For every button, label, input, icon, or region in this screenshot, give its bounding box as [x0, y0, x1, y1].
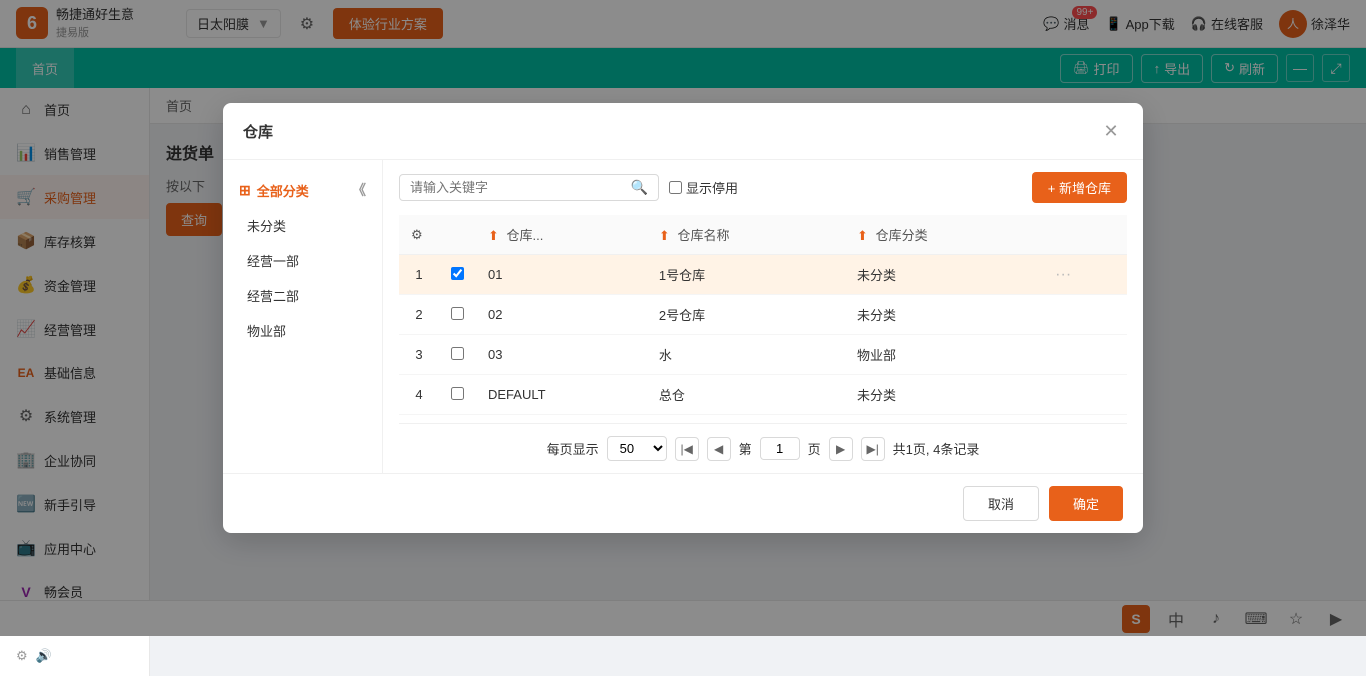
table-row[interactable]: 3 03 水 物业部: [399, 335, 1127, 375]
cat-item-operation1[interactable]: 经营一部: [223, 243, 382, 278]
row-name: 水: [647, 335, 845, 375]
modal-overlay: 仓库 ✕ ⊞ 全部分类 《 未分类 经营一部 经营二部 物业部: [0, 0, 1366, 636]
th-code[interactable]: ⬆ 仓库...: [476, 215, 647, 255]
settings-icon-bottom[interactable]: ⚙: [16, 648, 28, 664]
modal-main: 🔍 显示停用 + 新增仓库 ⚙: [383, 160, 1143, 473]
modal-header: 仓库 ✕: [223, 103, 1143, 160]
th-actions: [1043, 215, 1127, 255]
row-code: 01: [476, 255, 647, 295]
show-disabled-checkbox-label[interactable]: 显示停用: [669, 178, 738, 197]
search-input[interactable]: [410, 180, 631, 195]
per-page-label: 每页显示: [547, 439, 599, 458]
first-page-button[interactable]: |◀: [675, 437, 699, 461]
th-category[interactable]: ⬆ 仓库分类: [845, 215, 1043, 255]
th-gear[interactable]: ⚙: [399, 215, 439, 255]
sort-icon-code: ⬆: [488, 228, 499, 243]
table-container: ⚙ ⬆ 仓库... ⬆ 仓库名称: [399, 215, 1127, 415]
total-info: 共1页, 4条记录: [893, 439, 980, 458]
last-page-button[interactable]: ▶|: [861, 437, 885, 461]
row-checkbox-cell[interactable]: [439, 295, 476, 335]
row-actions: [1043, 375, 1127, 415]
page-label-post: 页: [808, 439, 821, 458]
row-category: 未分类: [845, 295, 1043, 335]
modal-footer: 取消 确定: [223, 473, 1143, 533]
cancel-button[interactable]: 取消: [963, 486, 1039, 521]
row-checkbox-cell[interactable]: [439, 255, 476, 295]
search-icon: 🔍: [631, 179, 648, 196]
table-row[interactable]: 2 02 2号仓库 未分类: [399, 295, 1127, 335]
page-label-pre: 第: [739, 439, 752, 458]
row-name: 总仓: [647, 375, 845, 415]
row-checkbox-cell[interactable]: [439, 375, 476, 415]
table-row[interactable]: 4 DEFAULT 总仓 未分类: [399, 375, 1127, 415]
warehouse-modal: 仓库 ✕ ⊞ 全部分类 《 未分类 经营一部 经营二部 物业部: [223, 103, 1143, 533]
table-row[interactable]: 1 01 1号仓库 未分类 ···: [399, 255, 1127, 295]
add-warehouse-button[interactable]: + 新增仓库: [1032, 172, 1127, 203]
prev-page-button[interactable]: ◀: [707, 437, 731, 461]
row-actions: [1043, 295, 1127, 335]
modal-body: ⊞ 全部分类 《 未分类 经营一部 经营二部 物业部 🔍: [223, 160, 1143, 473]
cat-collapse-icon[interactable]: 《: [352, 180, 366, 200]
confirm-button[interactable]: 确定: [1049, 486, 1123, 521]
modal-close-button[interactable]: ✕: [1099, 119, 1123, 143]
cat-item-property[interactable]: 物业部: [223, 313, 382, 348]
row-num: 1: [399, 255, 439, 295]
per-page-select[interactable]: 102050100: [607, 436, 667, 461]
row-checkbox[interactable]: [451, 347, 464, 360]
row-category: 未分类: [845, 375, 1043, 415]
th-checkbox: [439, 215, 476, 255]
row-checkbox-cell[interactable]: [439, 335, 476, 375]
row-code: DEFAULT: [476, 375, 647, 415]
page-input[interactable]: [760, 437, 800, 460]
cat-item-operation2[interactable]: 经营二部: [223, 278, 382, 313]
row-checkbox[interactable]: [451, 267, 464, 280]
row-checkbox[interactable]: [451, 307, 464, 320]
row-code: 02: [476, 295, 647, 335]
sidebar-bottom: ⚙ 🔊: [0, 636, 149, 676]
cat-header[interactable]: ⊞ 全部分类 《: [223, 172, 382, 208]
category-sidebar: ⊞ 全部分类 《 未分类 经营一部 经营二部 物业部: [223, 160, 383, 473]
volume-icon-bottom[interactable]: 🔊: [36, 648, 52, 664]
warehouse-table: ⚙ ⬆ 仓库... ⬆ 仓库名称: [399, 215, 1127, 415]
row-dots-button[interactable]: ···: [1055, 266, 1071, 283]
next-page-button[interactable]: ▶: [829, 437, 853, 461]
row-name: 2号仓库: [647, 295, 845, 335]
row-checkbox[interactable]: [451, 387, 464, 400]
sort-icon-category: ⬆: [857, 228, 868, 243]
modal-toolbar: 🔍 显示停用 + 新增仓库: [399, 172, 1127, 203]
row-num: 4: [399, 375, 439, 415]
row-num: 2: [399, 295, 439, 335]
sort-icon-name: ⬆: [659, 228, 670, 243]
cat-item-unclassified[interactable]: 未分类: [223, 208, 382, 243]
table-header-row: ⚙ ⬆ 仓库... ⬆ 仓库名称: [399, 215, 1127, 255]
show-disabled-text: 显示停用: [686, 178, 738, 197]
row-code: 03: [476, 335, 647, 375]
row-category: 未分类: [845, 255, 1043, 295]
row-name: 1号仓库: [647, 255, 845, 295]
modal-title: 仓库: [243, 121, 273, 142]
row-category: 物业部: [845, 335, 1043, 375]
row-num: 3: [399, 335, 439, 375]
grid-icon: ⊞: [239, 182, 251, 199]
search-box: 🔍: [399, 174, 659, 201]
th-name[interactable]: ⬆ 仓库名称: [647, 215, 845, 255]
cat-all-label: 全部分类: [257, 181, 309, 200]
show-disabled-checkbox[interactable]: [669, 181, 682, 194]
row-actions: ···: [1043, 255, 1127, 295]
row-actions: [1043, 335, 1127, 375]
pagination-bar: 每页显示 102050100 |◀ ◀ 第 页 ▶ ▶| 共1页, 4条记录: [399, 423, 1127, 473]
